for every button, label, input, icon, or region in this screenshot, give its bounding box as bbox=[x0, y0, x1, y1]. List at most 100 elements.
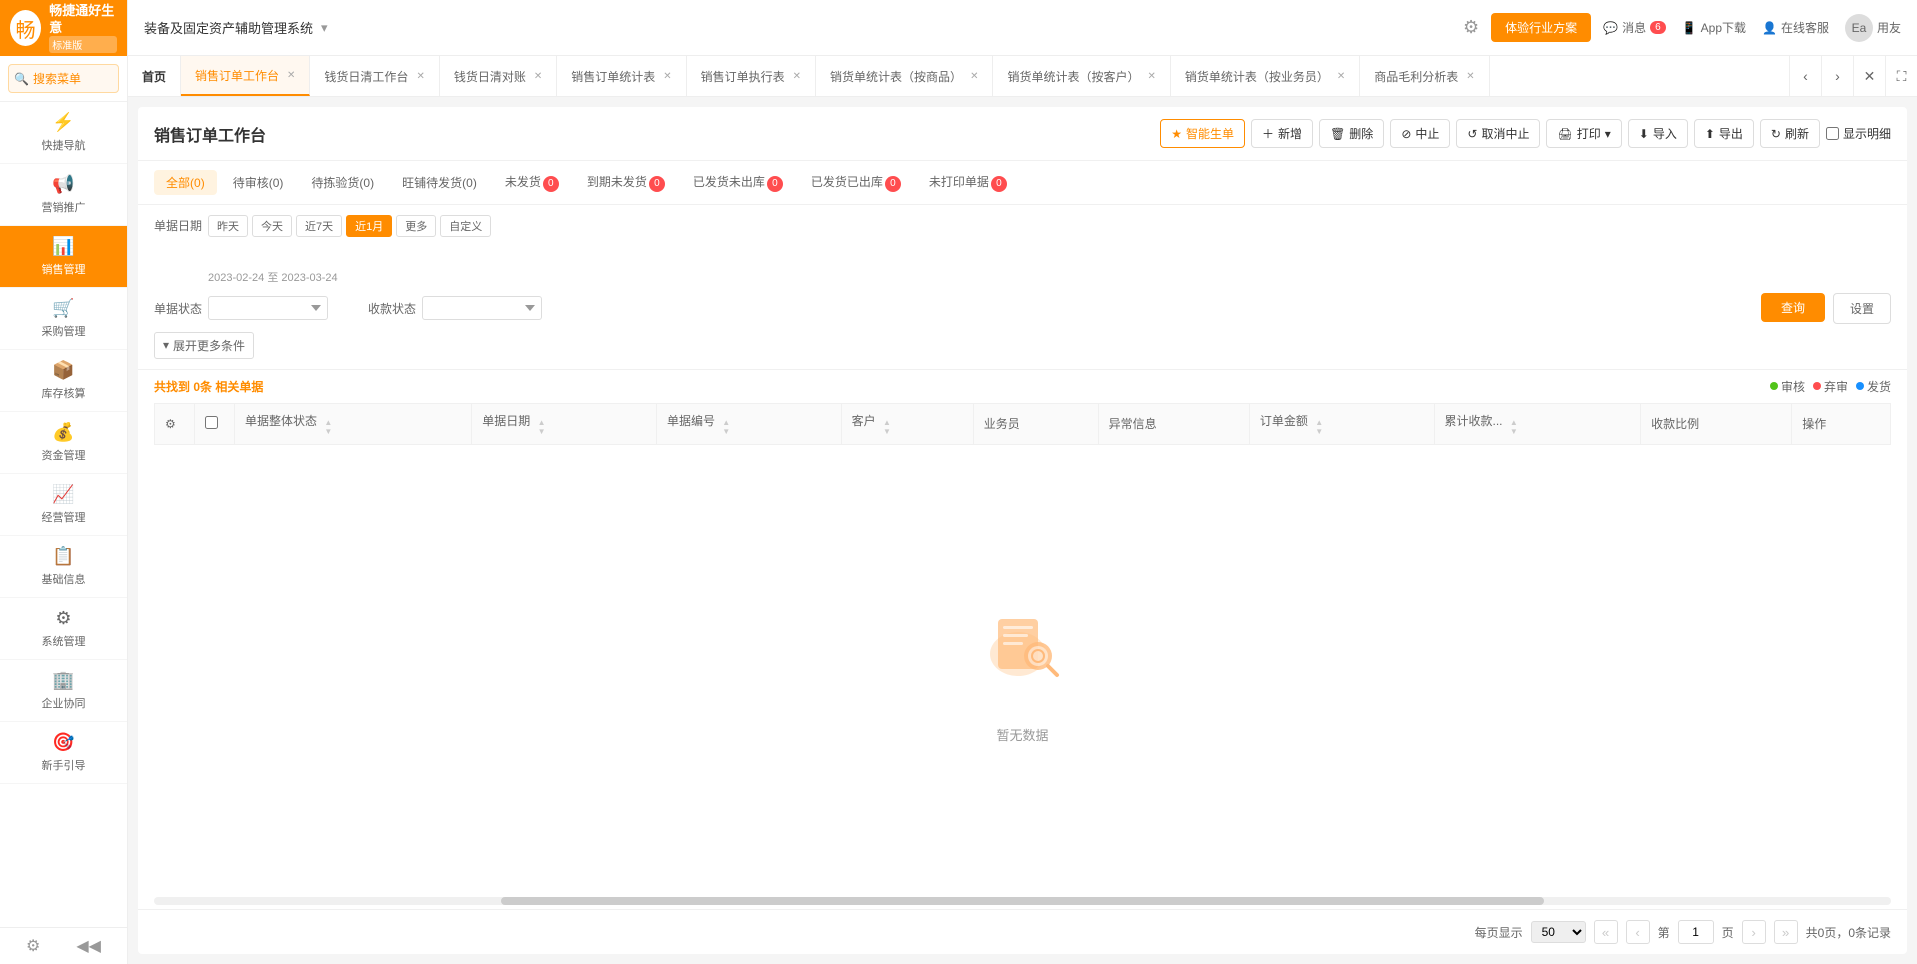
date-btn-custom[interactable]: 自定义 bbox=[440, 215, 491, 237]
cancel-stop-button[interactable]: ↺ 取消中止 bbox=[1456, 119, 1540, 148]
prev-page-button[interactable]: ‹ bbox=[1626, 920, 1650, 944]
date-btn-today[interactable]: 今天 bbox=[252, 215, 292, 237]
page-size-select[interactable]: 50 10 20 100 bbox=[1531, 921, 1586, 943]
horizontal-scrollbar[interactable] bbox=[154, 897, 1891, 905]
message-button[interactable]: 💬 消息 6 bbox=[1603, 19, 1666, 36]
filter-tab-not-printed[interactable]: 未打印单据0 bbox=[917, 169, 1019, 196]
tab-cash-daily[interactable]: 钱货日清工作台 ✕ bbox=[310, 56, 439, 96]
import-button[interactable]: ⬇ 导入 bbox=[1628, 119, 1688, 148]
sidebar-item-enterprise[interactable]: 🏢 企业协同 bbox=[0, 660, 127, 722]
query-button[interactable]: 查询 bbox=[1761, 293, 1825, 322]
col-exception[interactable]: 异常信息 bbox=[1098, 403, 1249, 444]
filter-tab-pending-inspect[interactable]: 待拣验货(0) bbox=[299, 170, 386, 195]
sidebar-item-basic-info[interactable]: 📋 基础信息 bbox=[0, 536, 127, 598]
date-btn-yesterday[interactable]: 昨天 bbox=[208, 215, 248, 237]
sidebar-item-guide[interactable]: 🎯 新手引导 bbox=[0, 722, 127, 784]
user-menu[interactable]: Ea 用友 bbox=[1845, 14, 1901, 42]
industry-solution-button[interactable]: 体验行业方案 bbox=[1491, 13, 1591, 42]
date-btn-7days[interactable]: 近7天 bbox=[296, 215, 342, 237]
tab-close-icon[interactable]: ✕ bbox=[416, 71, 424, 82]
tab-close-icon[interactable]: ✕ bbox=[970, 71, 978, 82]
tab-close-icon[interactable]: ✕ bbox=[534, 71, 542, 82]
add-button[interactable]: ＋ 新增 bbox=[1251, 119, 1313, 148]
expand-filters-button[interactable]: ▾ 展开更多条件 bbox=[154, 332, 254, 359]
batch-review-button[interactable]: 审核 bbox=[1770, 378, 1805, 395]
page-number-input[interactable] bbox=[1678, 920, 1714, 944]
horizontal-scrollbar-thumb[interactable] bbox=[501, 897, 1543, 905]
sidebar-item-quick-nav[interactable]: ⚡ 快捷导航 bbox=[0, 102, 127, 164]
col-amount[interactable]: 订单金额 ▲▼ bbox=[1249, 403, 1434, 444]
tab-sales-summary-staff[interactable]: 销货单统计表（按业务员） ✕ bbox=[1171, 56, 1360, 96]
sidebar-item-operation[interactable]: 📈 经营管理 bbox=[0, 474, 127, 536]
col-customer[interactable]: 客户 ▲▼ bbox=[841, 403, 973, 444]
date-btn-1month[interactable]: 近1月 bbox=[346, 215, 392, 237]
col-number[interactable]: 单据编号 ▲▼ bbox=[656, 403, 841, 444]
content-inner: 销售订单工作台 ★ 智能生单 ＋ 新增 🗑 删除 ⊘ bbox=[138, 107, 1907, 954]
tab-close-icon[interactable]: ✕ bbox=[793, 71, 801, 82]
select-all-checkbox[interactable] bbox=[205, 416, 218, 429]
col-staff[interactable]: 业务员 bbox=[973, 403, 1098, 444]
filter-tab-wangpu[interactable]: 旺铺待发货(0) bbox=[390, 170, 489, 195]
app-download-button[interactable]: 📱 App下载 bbox=[1682, 19, 1746, 36]
tab-close-icon[interactable]: ✕ bbox=[1147, 71, 1155, 82]
show-detail-checkbox[interactable] bbox=[1826, 127, 1839, 140]
show-detail-checkbox-label[interactable]: 显示明细 bbox=[1826, 125, 1891, 142]
stop-button[interactable]: ⊘ 中止 bbox=[1390, 119, 1450, 148]
tab-close-icon[interactable]: ✕ bbox=[663, 71, 671, 82]
tab-sales-summary-customer[interactable]: 销货单统计表（按客户） ✕ bbox=[993, 56, 1170, 96]
next-page-button[interactable]: › bbox=[1742, 920, 1766, 944]
tab-sales-workbench[interactable]: 销售订单工作台 ✕ bbox=[181, 56, 310, 96]
filter-tab-not-shipped[interactable]: 未发货0 bbox=[493, 169, 571, 196]
sidebar-item-label: 基础信息 bbox=[42, 571, 86, 587]
tab-home[interactable]: 首页 bbox=[128, 56, 181, 96]
filter-settings-button[interactable]: 设置 bbox=[1833, 293, 1891, 324]
tab-cash-reconcile[interactable]: 钱货日清对账 ✕ bbox=[440, 56, 557, 96]
search-menu-button[interactable]: 🔍 搜索菜单 bbox=[8, 64, 119, 93]
tab-gross-profit[interactable]: 商品毛利分析表 ✕ bbox=[1360, 56, 1489, 96]
print-button[interactable]: 🖨 打印 ▾ bbox=[1546, 119, 1621, 148]
filter-tab-pending-review[interactable]: 待审核(0) bbox=[221, 170, 296, 195]
sidebar-collapse-button[interactable]: ◀◀ bbox=[76, 936, 101, 956]
payment-select[interactable] bbox=[422, 296, 542, 320]
tab-close-icon[interactable]: ✕ bbox=[1466, 71, 1474, 82]
date-btn-more[interactable]: 更多 bbox=[396, 215, 436, 237]
tab-close-icon[interactable]: ✕ bbox=[287, 70, 295, 81]
sidebar-item-marketing[interactable]: 📢 营销推广 bbox=[0, 164, 127, 226]
sidebar-item-inventory[interactable]: 📦 库存核算 bbox=[0, 350, 127, 412]
export-button[interactable]: ⬆ 导出 bbox=[1694, 119, 1754, 148]
review-dot bbox=[1770, 382, 1778, 390]
col-date[interactable]: 单据日期 ▲▼ bbox=[472, 403, 657, 444]
filter-tab-all[interactable]: 全部(0) bbox=[154, 170, 217, 195]
sidebar-item-system[interactable]: ⚙ 系统管理 bbox=[0, 598, 127, 660]
sidebar: 畅 畅捷通好生意 标准版 🔍 搜索菜单 ⚡ 快捷导航 📢 营销推广 📊 销售管理… bbox=[0, 0, 128, 964]
not-printed-badge: 0 bbox=[991, 176, 1007, 192]
filter-tab-expired-unshipped[interactable]: 到期未发货0 bbox=[575, 169, 677, 196]
tab-fullscreen-button[interactable]: ⛶ bbox=[1885, 56, 1917, 96]
sidebar-item-purchase[interactable]: 🛒 采购管理 bbox=[0, 288, 127, 350]
sidebar-settings-button[interactable]: ⚙ bbox=[26, 936, 40, 956]
col-received[interactable]: 累计收款... ▲▼ bbox=[1434, 403, 1641, 444]
tab-prev-button[interactable]: ‹ bbox=[1789, 56, 1821, 96]
refresh-button[interactable]: ↻ 刷新 bbox=[1760, 119, 1820, 148]
sidebar-item-sales[interactable]: 📊 销售管理 bbox=[0, 226, 127, 288]
tab-close-icon[interactable]: ✕ bbox=[1337, 71, 1345, 82]
tab-sales-exec[interactable]: 销售订单执行表 ✕ bbox=[687, 56, 816, 96]
tab-close-all-button[interactable]: ✕ bbox=[1853, 56, 1885, 96]
tab-next-button[interactable]: › bbox=[1821, 56, 1853, 96]
online-service-button[interactable]: 👤 在线客服 bbox=[1762, 19, 1829, 36]
filter-tab-shipped-not-in[interactable]: 已发货未出库0 bbox=[681, 169, 795, 196]
smart-create-button[interactable]: ★ 智能生单 bbox=[1160, 119, 1245, 148]
sidebar-item-finance[interactable]: 💰 资金管理 bbox=[0, 412, 127, 474]
status-filter: 单据状态 bbox=[154, 296, 328, 320]
batch-ship-button[interactable]: 发货 bbox=[1856, 378, 1891, 395]
first-page-button[interactable]: « bbox=[1594, 920, 1618, 944]
filter-tab-shipped-out[interactable]: 已发货已出库0 bbox=[799, 169, 913, 196]
empty-text: 暂无数据 bbox=[996, 725, 1048, 744]
batch-cancel-review-button[interactable]: 弃审 bbox=[1813, 378, 1848, 395]
delete-button[interactable]: 🗑 删除 bbox=[1319, 119, 1384, 148]
tab-sales-stat[interactable]: 销售订单统计表 ✕ bbox=[557, 56, 686, 96]
tab-sales-summary-product[interactable]: 销货单统计表（按商品） ✕ bbox=[816, 56, 993, 96]
topbar-settings-icon[interactable]: ⚙ bbox=[1463, 17, 1479, 38]
status-select[interactable] bbox=[208, 296, 328, 320]
last-page-button[interactable]: » bbox=[1774, 920, 1798, 944]
